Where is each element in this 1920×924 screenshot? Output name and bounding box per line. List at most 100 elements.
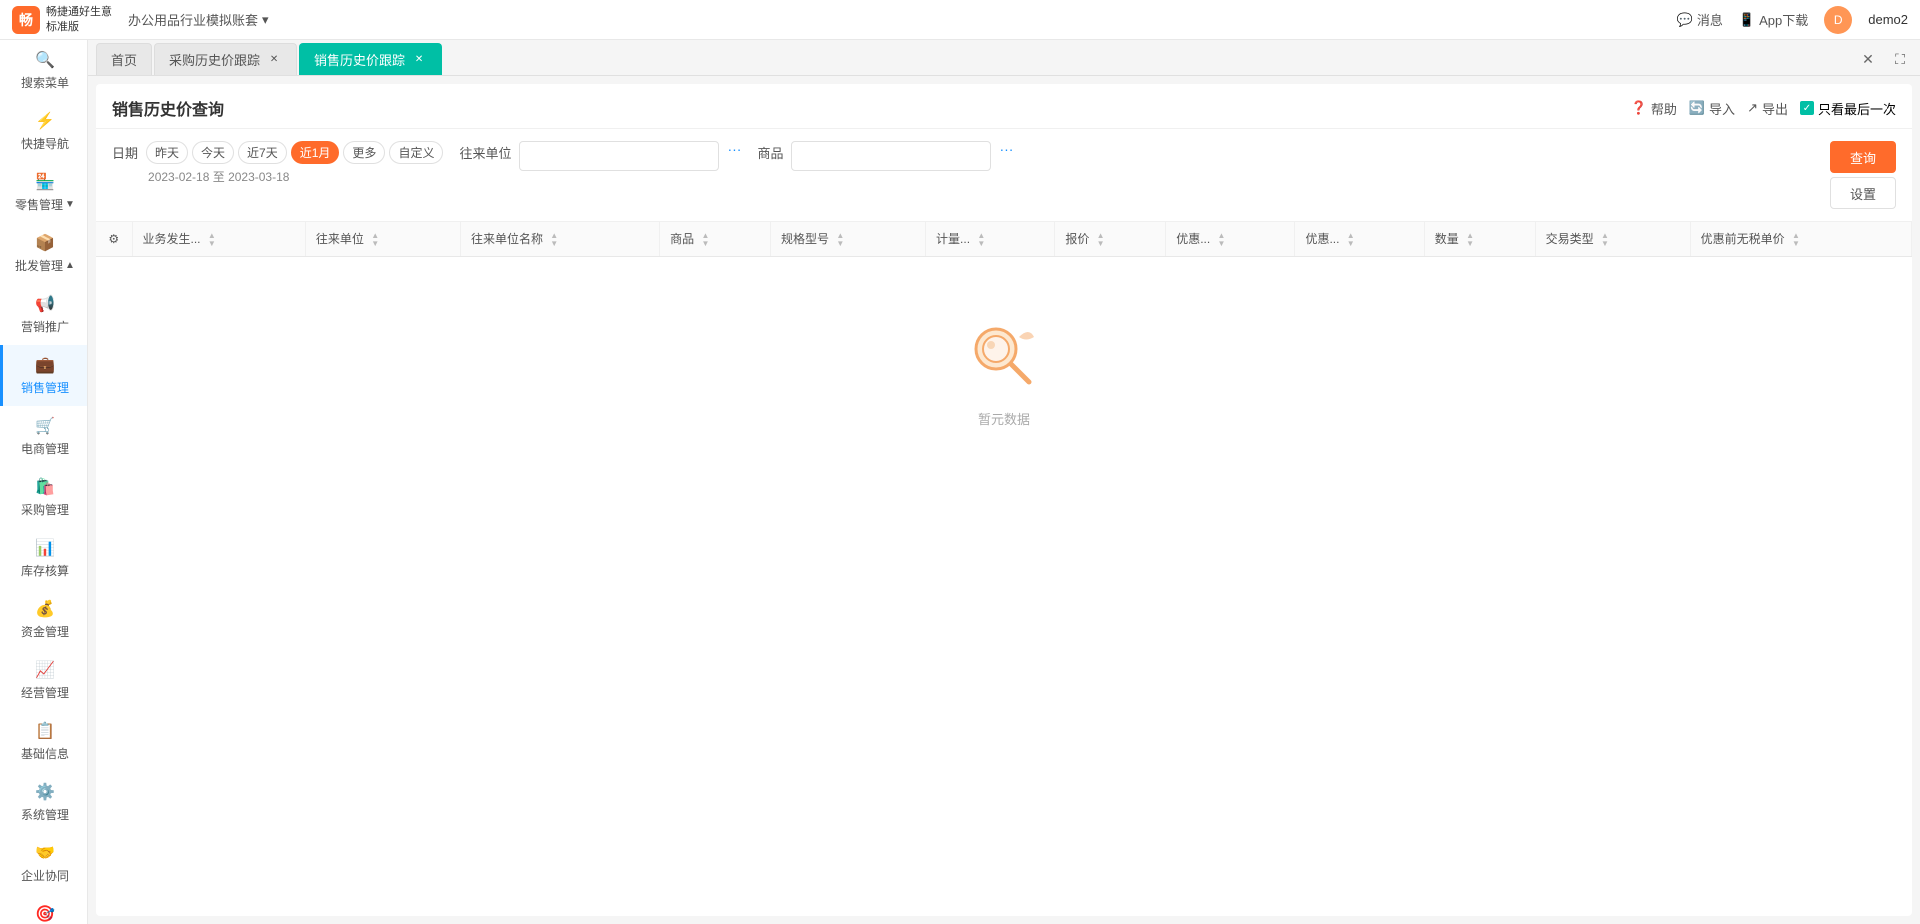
message-icon: 💬 [1677, 12, 1693, 28]
col-pretax-price[interactable]: 优惠前无税单价 ▲▼ [1690, 222, 1911, 256]
sidebar-item-wholesale[interactable]: 📦 批发管理 ▲ [0, 223, 87, 284]
col-product[interactable]: 商品 ▲▼ [660, 222, 771, 256]
search-icon: 🔍 [35, 50, 55, 70]
date-filter-group: 日期 昨天 今天 近7天 近1月 更多 自定义 2023-02-18 至 202… [112, 141, 443, 185]
col-unit[interactable]: 计量... ▲▼ [926, 222, 1055, 256]
page-header-actions: ❓ 帮助 🔄 导入 ↗ 导出 ✓ 只看最后一次 [1631, 99, 1896, 118]
product-input[interactable] [791, 141, 991, 171]
money-icon: 💰 [35, 599, 55, 619]
megaphone-icon: 📢 [35, 294, 55, 314]
sidebar-item-newbie[interactable]: 🎯 新手引导 [0, 894, 87, 924]
sidebar-item-ecommerce[interactable]: 🛒 电商管理 [0, 406, 87, 467]
avatar[interactable]: D [1824, 6, 1852, 34]
sidebar-item-retail[interactable]: 🏪 零售管理 ▼ [0, 162, 87, 223]
checkbox-icon: ✓ [1800, 101, 1814, 115]
sidebar-item-basic[interactable]: 📋 基础信息 [0, 711, 87, 772]
tab-close-all-button[interactable]: ✕ [1856, 47, 1880, 71]
page-title: 销售历史价查询 [112, 96, 224, 120]
date-btn-7days[interactable]: 近7天 [238, 141, 287, 164]
product-select-icon[interactable]: ··· [999, 141, 1013, 157]
tab-sales-history[interactable]: 销售历史价跟踪 ✕ [299, 43, 442, 75]
sidebar-item-search[interactable]: 🔍 搜索菜单 [0, 40, 87, 101]
username-label[interactable]: demo2 [1868, 12, 1908, 27]
table-wrapper: ⚙ 业务发生... ▲▼ 往来单位 ▲▼ 往来单位名称 ▲▼ [96, 222, 1912, 916]
message-button[interactable]: 💬 消息 [1677, 10, 1723, 29]
chart-icon: 📊 [35, 538, 55, 558]
tab-home[interactable]: 首页 [96, 43, 152, 75]
content-area: 首页 采购历史价跟踪 ✕ 销售历史价跟踪 ✕ ✕ ⛶ 销售历史价查询 [88, 40, 1920, 924]
sidebar: 🔍 搜索菜单 ⚡ 快捷导航 🏪 零售管理 ▼ 📦 批发管理 ▲ 📢 营销推广 [0, 40, 88, 924]
chevron-up-icon: ▲ [65, 260, 75, 271]
chevron-down-icon: ▼ [65, 199, 75, 210]
sidebar-item-purchase[interactable]: 🛍️ 采购管理 [0, 467, 87, 528]
partner-label: 往来单位 [459, 141, 511, 162]
partner-select-icon[interactable]: ··· [727, 141, 741, 157]
col-partner-code[interactable]: 往来单位 ▲▼ [305, 222, 460, 256]
sidebar-item-inventory[interactable]: 📊 库存核算 [0, 528, 87, 589]
empty-icon [964, 317, 1044, 397]
col-trade-type[interactable]: 交易类型 ▲▼ [1535, 222, 1690, 256]
import-icon: 🔄 [1689, 100, 1705, 116]
filter-actions: 查询 设置 [1830, 141, 1896, 209]
top-bar-left: 畅 畅捷通好生意 标准版 办公用品行业模拟账套 ▾ [12, 5, 277, 34]
sidebar-item-quicknav[interactable]: ⚡ 快捷导航 [0, 101, 87, 162]
import-button[interactable]: 🔄 导入 [1689, 99, 1735, 118]
help-button[interactable]: ❓ 帮助 [1631, 99, 1677, 118]
tab-close-purchase[interactable]: ✕ [266, 52, 282, 68]
download-icon: 📱 [1739, 12, 1755, 28]
sidebar-item-finance[interactable]: 💰 资金管理 [0, 589, 87, 650]
col-biz-date[interactable]: 业务发生... ▲▼ [132, 222, 305, 256]
product-filter-group: 商品 ··· [757, 141, 1013, 171]
date-btn-custom[interactable]: 自定义 [389, 141, 443, 164]
help-icon: ❓ [1631, 100, 1647, 116]
date-group: 昨天 今天 近7天 近1月 更多 自定义 2023-02-18 至 2023-0… [146, 141, 443, 185]
sidebar-item-marketing[interactable]: 📢 营销推广 [0, 284, 87, 345]
date-btn-more[interactable]: 更多 [343, 141, 385, 164]
logo-icon: 畅 [12, 6, 40, 34]
lightning-icon: ⚡ [35, 111, 55, 131]
partner-input[interactable] [519, 141, 719, 171]
date-btn-yesterday[interactable]: 昨天 [146, 141, 188, 164]
date-btn-1month[interactable]: 近1月 [291, 141, 340, 164]
top-bar: 畅 畅捷通好生意 标准版 办公用品行业模拟账套 ▾ 💬 消息 📱 App下载 D… [0, 0, 1920, 40]
search-button[interactable]: 查询 [1830, 141, 1896, 173]
export-button[interactable]: ↗ 导出 [1747, 99, 1788, 118]
tab-fullscreen-button[interactable]: ⛶ [1888, 47, 1912, 71]
chevron-down-icon: ▾ [262, 12, 269, 28]
col-gear[interactable]: ⚙ [96, 222, 132, 256]
top-bar-right: 💬 消息 📱 App下载 D demo2 [1677, 6, 1908, 34]
page-header: 销售历史价查询 ❓ 帮助 🔄 导入 ↗ 导出 ✓ [96, 84, 1912, 129]
filter-bar: 日期 昨天 今天 近7天 近1月 更多 自定义 2023-02-18 至 202… [96, 129, 1912, 222]
box-icon: 📦 [35, 233, 55, 253]
table-head: ⚙ 业务发生... ▲▼ 往来单位 ▲▼ 往来单位名称 ▲▼ [96, 222, 1912, 256]
col-qty[interactable]: 数量 ▲▼ [1424, 222, 1535, 256]
sidebar-item-system[interactable]: ⚙️ 系统管理 [0, 772, 87, 833]
col-discount1[interactable]: 优惠... ▲▼ [1166, 222, 1295, 256]
date-quick-buttons: 昨天 今天 近7天 近1月 更多 自定义 [146, 141, 443, 164]
only-last-checkbox[interactable]: ✓ 只看最后一次 [1800, 99, 1896, 118]
col-spec[interactable]: 规格型号 ▲▼ [771, 222, 926, 256]
logo-text: 畅捷通好生意 标准版 [46, 5, 112, 34]
date-btn-today[interactable]: 今天 [192, 141, 234, 164]
empty-text: 暂元数据 [978, 409, 1030, 428]
tab-bar: 首页 采购历史价跟踪 ✕ 销售历史价跟踪 ✕ ✕ ⛶ [88, 40, 1920, 76]
sidebar-item-operations[interactable]: 📈 经营管理 [0, 650, 87, 711]
trend-icon: 📈 [35, 660, 55, 680]
main-layout: 🔍 搜索菜单 ⚡ 快捷导航 🏪 零售管理 ▼ 📦 批发管理 ▲ 📢 营销推广 [0, 40, 1920, 924]
settings-button[interactable]: 设置 [1830, 177, 1896, 209]
col-discount2[interactable]: 优惠... ▲▼ [1295, 222, 1424, 256]
sidebar-item-enterprise[interactable]: 🤝 企业协同 [0, 833, 87, 894]
tab-purchase-history[interactable]: 采购历史价跟踪 ✕ [154, 43, 297, 75]
app-download-button[interactable]: 📱 App下载 [1739, 10, 1808, 29]
bag-icon: 🛍️ [35, 477, 55, 497]
gear-icon: ⚙️ [35, 782, 55, 802]
col-partner-name[interactable]: 往来单位名称 ▲▼ [460, 222, 659, 256]
sidebar-item-sales[interactable]: 💼 销售管理 [0, 345, 87, 406]
app-selector[interactable]: 办公用品行业模拟账套 ▾ [120, 6, 277, 33]
col-quote[interactable]: 报价 ▲▼ [1055, 222, 1166, 256]
partner-filter-group: 往来单位 ··· [459, 141, 741, 171]
tab-close-sales[interactable]: ✕ [411, 52, 427, 68]
store-icon: 🏪 [35, 172, 55, 192]
date-range-text: 2023-02-18 至 2023-03-18 [146, 168, 443, 185]
logo-area: 畅 畅捷通好生意 标准版 [12, 5, 112, 34]
